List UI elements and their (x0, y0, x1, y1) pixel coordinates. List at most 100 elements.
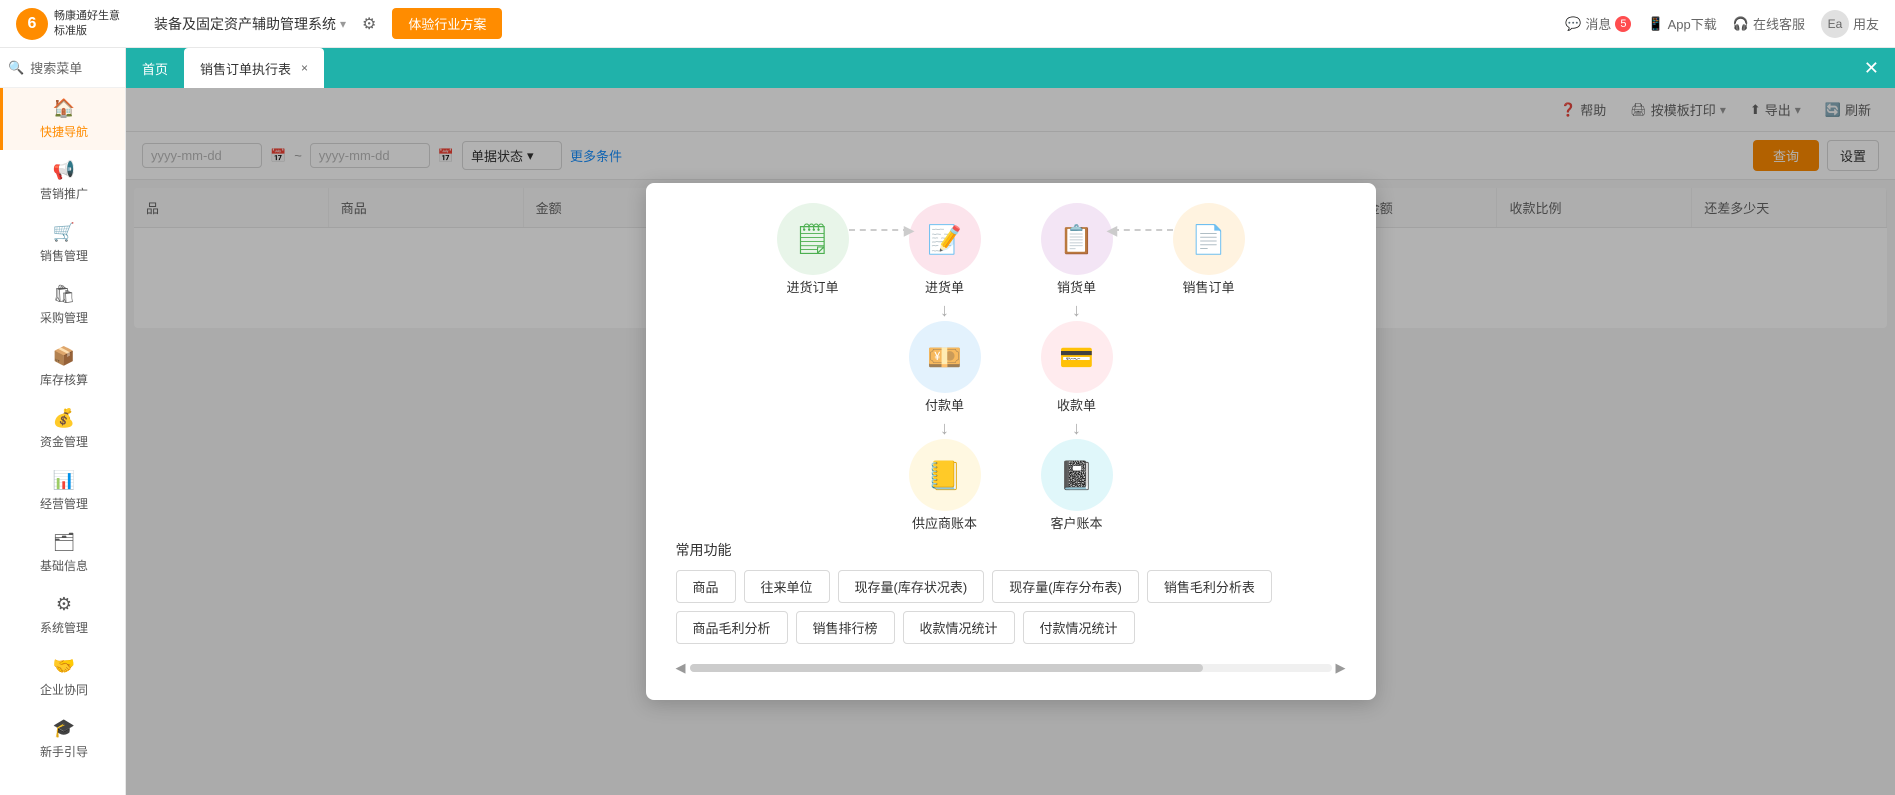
sidebar-item-label: 新手引导 (40, 743, 88, 760)
page-content: ❓ 帮助 🖨 按模板打印 ▾ ⬆ 导出 ▾ 🔄 (126, 88, 1895, 795)
common-btn-5[interactable]: 商品毛利分析 (676, 611, 788, 644)
tab-bar-inner: 首页 销售订单执行表 × ✕ (126, 48, 1895, 88)
flow-diagram: 🗒 进货订单 ▶ (676, 203, 1346, 321)
message-icon: 💬 (1565, 16, 1581, 32)
top-bar: 6 畅康通好生意 标准版 装备及固定资产辅助管理系统 ▾ ⚙ 体验行业方案 💬 … (0, 0, 1895, 48)
sidebar-item-sales[interactable]: 🛒 销售管理 (0, 212, 125, 274)
sales-order-icon: 📄 (1191, 223, 1226, 256)
try-btn[interactable]: 体验行业方案 (392, 8, 502, 39)
logo-section: 6 畅康通好生意 标准版 (16, 8, 142, 40)
sidebar-nav: 🏠 快捷导航 📢 营销推广 🛒 销售管理 🛍采购管理📦库存核算 💰 资金管理 📊经营管理🗂基础信息… (0, 88, 125, 770)
flow-row2: 💴 付款单 ↓ 💳 (676, 321, 1346, 439)
payment-label: 付款单 (925, 395, 964, 414)
sidebar-item-newbie[interactable]: 🎓 新手引导 (0, 708, 125, 770)
app-download-btn[interactable]: 📱 App下载 (1647, 14, 1716, 33)
online-service-btn[interactable]: 🎧 在线客服 (1733, 14, 1805, 33)
common-functions-section: 常用功能 商品往来单位现存量(库存状况表)现存量(库存分布表)销售毛利分析表商品… (676, 540, 1346, 644)
sidebar-item-system[interactable]: ⚙ 系统管理 (0, 584, 125, 646)
sidebar-item-label: 基础信息 (40, 557, 88, 574)
common-btn-1[interactable]: 往来单位 (744, 570, 830, 603)
newbie-icon: 🎓 (53, 718, 75, 739)
tab-sales-execution[interactable]: 销售订单执行表 × (184, 48, 324, 88)
flow-col-sales-bill: 📋 销货单 ↓ (1041, 203, 1113, 321)
common-btn-3[interactable]: 现存量(库存分布表) (992, 570, 1139, 603)
sidebar-item-label: 资金管理 (40, 433, 88, 450)
tab-home[interactable]: 首页 (126, 48, 184, 88)
common-btn-2[interactable]: 现存量(库存状况表) (838, 570, 985, 603)
tab-close-btn[interactable]: × (301, 61, 308, 75)
system-title: 装备及固定资产辅助管理系统 (154, 14, 336, 34)
sidebar-item-purchase[interactable]: 🛍采购管理 (0, 274, 125, 336)
arrow-payment-down: ↓ (940, 418, 949, 439)
sales-order-circle[interactable]: 📄 (1173, 203, 1245, 275)
close-window-icon[interactable]: ✕ (1864, 58, 1895, 79)
scroll-left-icon[interactable]: ◀ (676, 660, 686, 676)
common-btn-0[interactable]: 商品 (676, 570, 736, 603)
purchase-order-circle[interactable]: 🗒 (777, 203, 849, 275)
arrow-sb-down: ↓ (1072, 300, 1081, 321)
common-btn-4[interactable]: 销售毛利分析表 (1147, 570, 1272, 603)
sidebar-item-label: 销售管理 (40, 247, 88, 264)
purchase-order-label: 进货订单 (786, 277, 838, 296)
sidebar-item-basic-info[interactable]: 🗂基础信息 (0, 522, 125, 584)
gear-icon[interactable]: ⚙ (358, 10, 380, 38)
common-btn-8[interactable]: 付款情况统计 (1023, 611, 1135, 644)
sidebar-item-finance[interactable]: 💰 资金管理 (0, 398, 125, 460)
user-menu[interactable]: Ea 用友 (1821, 10, 1879, 38)
sales-icon: 🛒 (53, 222, 75, 243)
finance-icon: 💰 (53, 408, 75, 429)
sidebar-item-label: 系统管理 (40, 619, 88, 636)
logo-text: 畅康通好生意 标准版 (54, 9, 120, 38)
purchase-bill-circle[interactable]: 📝 (909, 203, 981, 275)
arrow-pb-down: ↓ (940, 300, 949, 321)
quick-nav-icon: 🏠 (53, 98, 75, 119)
sidebar-item-operations[interactable]: 📊经营管理 (0, 460, 125, 522)
payment-circle[interactable]: 💴 (909, 321, 981, 393)
common-functions-title: 常用功能 (676, 540, 1346, 560)
content-area: 首页 销售订单执行表 × ✕ ❓ 帮助 🖨 (126, 48, 1895, 795)
message-btn[interactable]: 💬 消息 5 (1565, 14, 1631, 33)
scroll-right-icon[interactable]: ▶ (1336, 660, 1346, 676)
system-icon: ⚙ (56, 594, 72, 615)
sidebar-search[interactable]: 🔍 搜索菜单 (0, 48, 125, 88)
marketing-icon: 📢 (53, 160, 75, 181)
sidebar: 🔍 搜索菜单 🏠 快捷导航 📢 营销推广 🛒 销售管理 🛍采购管理📦库存核算 💰 资金管理 📊经营… (0, 48, 126, 795)
scrollbar-thumb[interactable] (690, 664, 1204, 672)
service-icon: 🎧 (1733, 16, 1749, 32)
supplier-circle[interactable]: 📒 (909, 439, 981, 511)
scroll-row: ◀ ▶ (676, 656, 1346, 680)
flow-col-payment: 💴 付款单 ↓ (909, 321, 981, 439)
purchase-order-icon: 🗒 (793, 222, 831, 257)
customer-circle[interactable]: 📓 (1041, 439, 1113, 511)
payment-icon: 💴 (927, 341, 962, 374)
flow-col-supplier: 📒 供应商账本 (909, 439, 981, 532)
tab-bar: 首页 销售订单执行表 × ✕ (126, 48, 1895, 88)
supplier-label: 供应商账本 (912, 513, 977, 532)
sidebar-item-label: 快捷导航 (40, 123, 88, 140)
modal-content: 🗒 进货订单 ▶ (646, 183, 1376, 700)
sales-bill-circle[interactable]: 📋 (1041, 203, 1113, 275)
common-buttons: 商品往来单位现存量(库存状况表)现存量(库存分布表)销售毛利分析表商品毛利分析销… (676, 570, 1346, 644)
system-title-dropdown[interactable]: 装备及固定资产辅助管理系统 ▾ (154, 14, 346, 34)
inventory-icon: 📦 (53, 346, 75, 367)
modal-box: 🗒 进货订单 ▶ (646, 183, 1376, 700)
sidebar-item-label: 营销推广 (40, 185, 88, 202)
message-badge: 5 (1615, 16, 1631, 32)
arrow-so-to-sb: ◀ (1113, 203, 1173, 271)
purchase-icon: 🛍 (53, 284, 76, 305)
sidebar-item-quick-nav[interactable]: 🏠 快捷导航 (0, 88, 125, 150)
sidebar-item-marketing[interactable]: 📢 营销推广 (0, 150, 125, 212)
receipt-circle[interactable]: 💳 (1041, 321, 1113, 393)
supplier-icon: 📒 (927, 459, 962, 492)
purchase-bill-label: 进货单 (925, 277, 964, 296)
common-btn-7[interactable]: 收款情况统计 (903, 611, 1015, 644)
common-btn-6[interactable]: 销售排行榜 (796, 611, 895, 644)
sidebar-item-collab[interactable]: 🤝企业协同 (0, 646, 125, 708)
sidebar-item-label: 经营管理 (40, 495, 88, 512)
modal-overlay[interactable]: 🗒 进货订单 ▶ (126, 88, 1895, 795)
flow-col-receipt: 💳 收款单 ↓ (1041, 321, 1113, 439)
collab-icon: 🤝 (53, 656, 75, 677)
sidebar-item-inventory[interactable]: 📦库存核算 (0, 336, 125, 398)
flow-col-purchase-bill: 📝 进货单 ↓ (909, 203, 981, 321)
sales-bill-label: 销货单 (1057, 277, 1096, 296)
